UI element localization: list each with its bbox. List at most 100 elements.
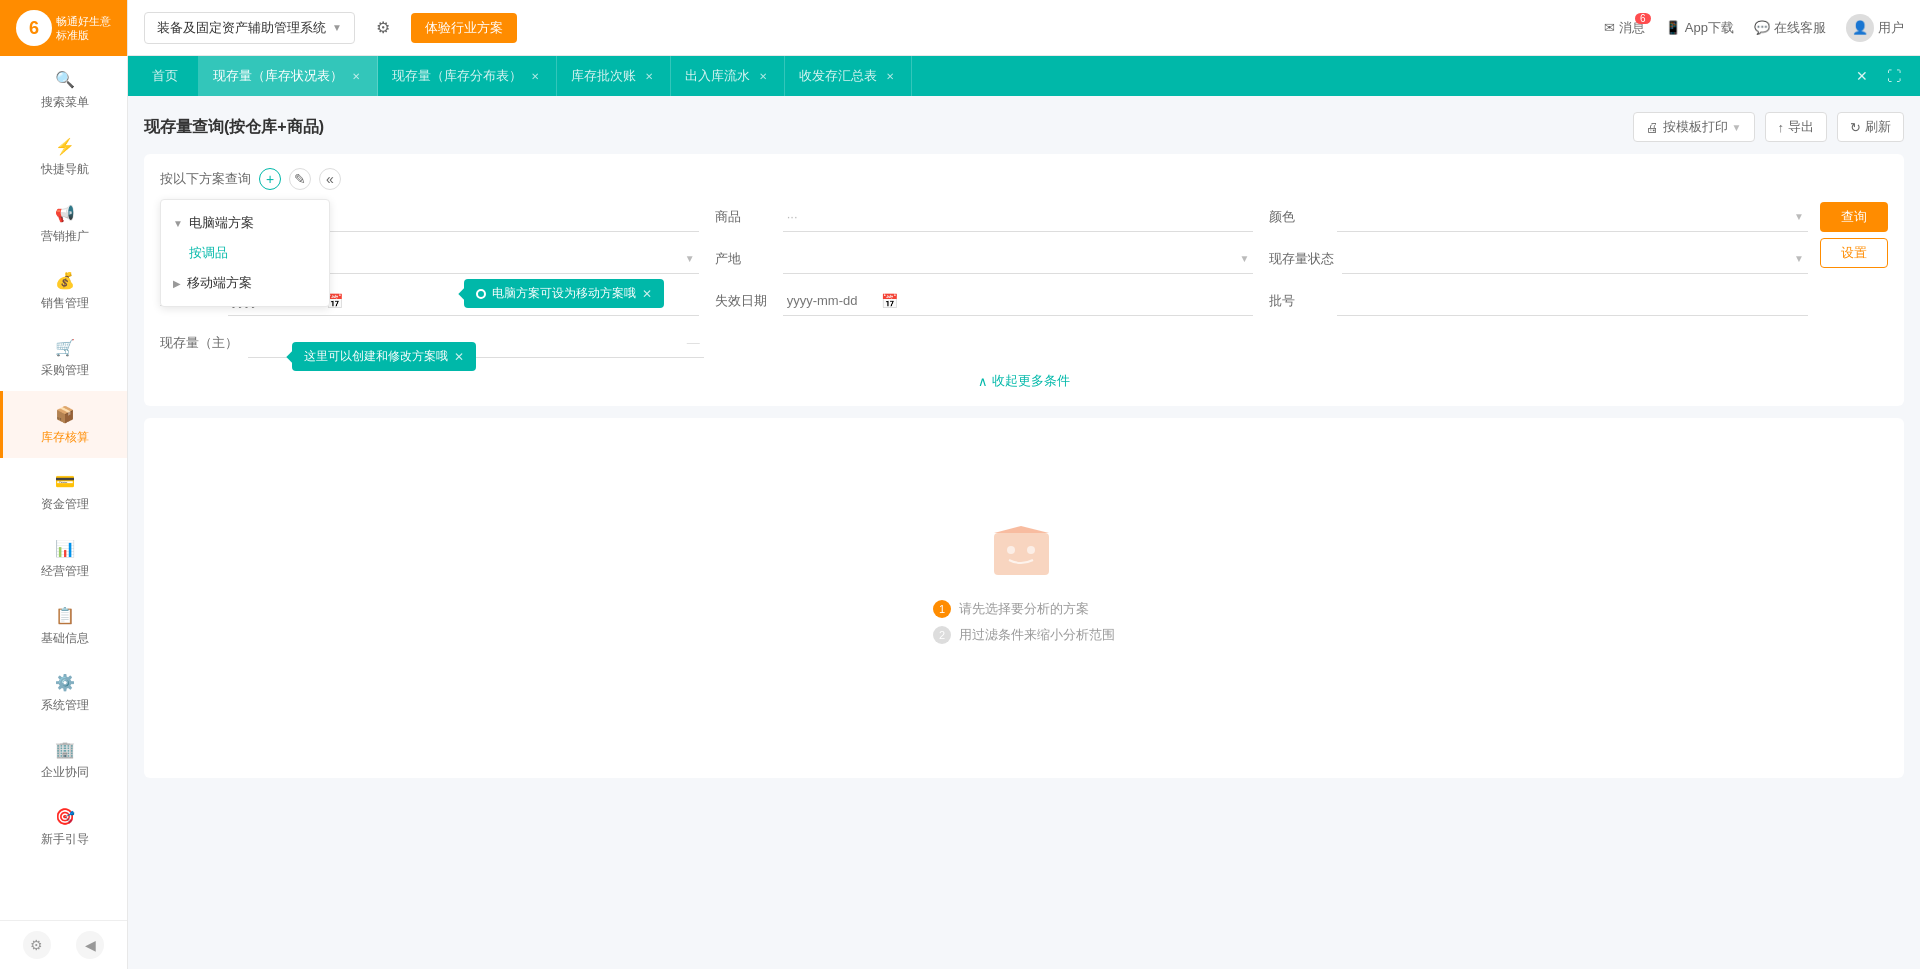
filter-status: 现存量状态 ▼ [1269, 244, 1808, 274]
filter-row-2: 尺码 ▼ 产地 ▼ [160, 244, 1808, 274]
tab-inventory-dist[interactable]: 现存量（库存分布表） ✕ [378, 56, 557, 96]
purchase-icon: 🛒 [54, 336, 76, 358]
expire-date-input[interactable]: 📅 [783, 286, 1254, 316]
filter-origin: 产地 ▼ [715, 244, 1254, 274]
tab-close-in-out-flow[interactable]: ✕ [756, 69, 770, 83]
main-area: 装备及固定资产辅助管理系统 ▼ ⚙ 体验行业方案 ✉ 消息 6 📱 App下载 … [128, 0, 1920, 969]
experience-btn[interactable]: 体验行业方案 [411, 13, 517, 43]
sidebar-nav: 🔍 搜索菜单 ⚡ 快捷导航 📢 营销推广 💰 销售管理 🛒 采购管理 📦 库存核… [0, 56, 127, 920]
print-arrow-icon: ▼ [1732, 122, 1742, 133]
marketing-icon: 📢 [54, 202, 76, 224]
topbar-settings-btn[interactable]: ⚙ [367, 12, 399, 44]
size-arrow-icon: ▼ [685, 253, 695, 264]
svg-rect-0 [994, 533, 1049, 575]
tab-batch-ledger[interactable]: 库存批次账 ✕ [557, 56, 671, 96]
collapse-footer-btn[interactable]: ◀ [76, 931, 104, 959]
qty-dash: — [687, 335, 700, 350]
scheme-expand-icon: ▼ [173, 218, 183, 229]
empty-step-1: 1 请先选择要分析的方案 [933, 600, 1115, 618]
export-btn[interactable]: ↑ 导出 [1765, 112, 1828, 142]
sidebar-item-enterprise[interactable]: 🏢 企业协同 [0, 726, 127, 793]
basic-icon: 📋 [54, 604, 76, 626]
sidebar-item-system[interactable]: ⚙️ 系统管理 [0, 659, 127, 726]
guide-icon: 🎯 [54, 805, 76, 827]
tab-close-inventory-dist[interactable]: ✕ [528, 69, 542, 83]
tab-inventory-status[interactable]: 现存量（库存状况表） ✕ [199, 56, 378, 96]
page-content: 现存量查询(按仓库+商品) 🖨 按模板打印 ▼ ↑ 导出 ↻ 刷新 [128, 96, 1920, 969]
batch-num-input[interactable] [1337, 286, 1808, 316]
tab-close-inventory-status[interactable]: ✕ [349, 69, 363, 83]
expire-date-icon[interactable]: 📅 [881, 293, 898, 309]
header-actions: 🖨 按模板打印 ▼ ↑ 导出 ↻ 刷新 [1633, 112, 1904, 142]
empty-svg [979, 498, 1069, 588]
logo-icon: 6 [16, 10, 52, 46]
filter-batch-num: 批号 [1269, 286, 1808, 316]
online-support-btn[interactable]: 💬 在线客服 [1754, 19, 1826, 37]
filter-section: 按以下方案查询 + ✎ « ▼ 电脑端方案 按调品 ▶ [144, 154, 1904, 406]
sidebar-item-marketing[interactable]: 📢 营销推广 [0, 190, 127, 257]
filter-row-3: 生产日期 📅 失效日期 📅 [160, 286, 1808, 316]
content-area: 1 请先选择要分析的方案 2 用过滤条件来缩小分析范围 [144, 418, 1904, 778]
search-btn[interactable]: 查询 [1820, 202, 1888, 232]
tabbar: 首页 现存量（库存状况表） ✕ 现存量（库存分布表） ✕ 库存批次账 ✕ 出入库… [128, 56, 1920, 96]
sidebar-item-inventory[interactable]: 📦 库存核算 [0, 391, 127, 458]
print-btn[interactable]: 🖨 按模板打印 ▼ [1633, 112, 1755, 142]
scheme-desktop-label: 电脑端方案 [189, 214, 317, 232]
scheme-item-sub[interactable]: 按调品 [161, 238, 329, 268]
scheme-item-desktop[interactable]: ▼ 电脑端方案 [161, 208, 329, 238]
scheme-item-mobile[interactable]: ▶ 移动端方案 [161, 268, 329, 298]
status-arrow-icon: ▼ [1794, 253, 1804, 264]
edit-scheme-btn[interactable]: ✎ [289, 168, 311, 190]
system-icon: ⚙️ [54, 671, 76, 693]
svg-point-1 [1007, 546, 1015, 554]
color-select[interactable]: ▼ [1337, 202, 1808, 232]
sidebar-item-sales[interactable]: 💰 销售管理 [0, 257, 127, 324]
quick-nav-icon: ⚡ [54, 135, 76, 157]
filter-fields-area: 仓库 ··· 商品 ··· 颜色 [160, 202, 1808, 362]
sidebar-item-finance[interactable]: 💳 资金管理 [0, 458, 127, 525]
sidebar-item-operation[interactable]: 📊 经营管理 [0, 525, 127, 592]
qty-label: 现存量（主） [160, 334, 240, 352]
user-menu-btn[interactable]: 👤 用户 [1846, 14, 1904, 42]
reset-btn[interactable]: 设置 [1820, 238, 1888, 268]
tooltip2-close-btn[interactable]: ✕ [454, 350, 464, 364]
tooltip1-close-btn[interactable]: ✕ [642, 287, 652, 301]
expire-date-start[interactable] [787, 293, 877, 308]
add-scheme-btn[interactable]: + [259, 168, 281, 190]
sidebar-item-quick-nav[interactable]: ⚡ 快捷导航 [0, 123, 127, 190]
refresh-btn[interactable]: ↻ 刷新 [1837, 112, 1904, 142]
sidebar-item-guide[interactable]: 🎯 新手引导 [0, 793, 127, 860]
goods-input-wrap[interactable]: ··· [783, 202, 1254, 232]
collapse-btn[interactable]: ∧ 收起更多条件 [978, 372, 1070, 390]
tab-close-recv-summary[interactable]: ✕ [883, 69, 897, 83]
origin-select[interactable]: ▼ [783, 244, 1254, 274]
tab-recv-summary[interactable]: 收发存汇总表 ✕ [785, 56, 912, 96]
tab-close-all-btn[interactable]: ✕ [1848, 62, 1876, 90]
tab-close-batch-ledger[interactable]: ✕ [642, 69, 656, 83]
empty-steps: 1 请先选择要分析的方案 2 用过滤条件来缩小分析范围 [933, 600, 1115, 644]
origin-arrow-icon: ▼ [1239, 253, 1249, 264]
filter-color: 颜色 ▼ [1269, 202, 1808, 232]
message-btn[interactable]: ✉ 消息 6 [1604, 19, 1645, 37]
goods-dots: ··· [787, 209, 1250, 224]
page-header: 现存量查询(按仓库+商品) 🖨 按模板打印 ▼ ↑ 导出 ↻ 刷新 [144, 112, 1904, 142]
sidebar-item-search[interactable]: 🔍 搜索菜单 [0, 56, 127, 123]
tab-fullscreen-btn[interactable]: ⛶ [1880, 62, 1908, 90]
scheme-tree: ▼ 电脑端方案 按调品 ▶ 移动端方案 [160, 199, 330, 307]
tab-in-out-flow[interactable]: 出入库流水 ✕ [671, 56, 785, 96]
sidebar-item-basic[interactable]: 📋 基础信息 [0, 592, 127, 659]
avatar: 👤 [1846, 14, 1874, 42]
scheme-sub-label: 按调品 [189, 244, 228, 262]
tab-home[interactable]: 首页 [132, 56, 199, 96]
step-num-1: 1 [933, 600, 951, 618]
settings-footer-btn[interactable]: ⚙ [23, 931, 51, 959]
sidebar-item-purchase[interactable]: 🛒 采购管理 [0, 324, 127, 391]
filter-goods: 商品 ··· [715, 202, 1254, 232]
app-download-btn[interactable]: 📱 App下载 [1665, 19, 1734, 37]
back-scheme-btn[interactable]: « [319, 168, 341, 190]
filter-header: 按以下方案查询 + ✎ « ▼ 电脑端方案 按调品 ▶ [160, 168, 1888, 190]
system-selector[interactable]: 装备及固定资产辅助管理系统 ▼ [144, 12, 355, 44]
collapse-icon: ∧ [978, 374, 988, 389]
status-select[interactable]: ▼ [1342, 244, 1808, 274]
tooltip-scheme-tip: 电脑方案可设为移动方案哦 ✕ [464, 279, 664, 308]
